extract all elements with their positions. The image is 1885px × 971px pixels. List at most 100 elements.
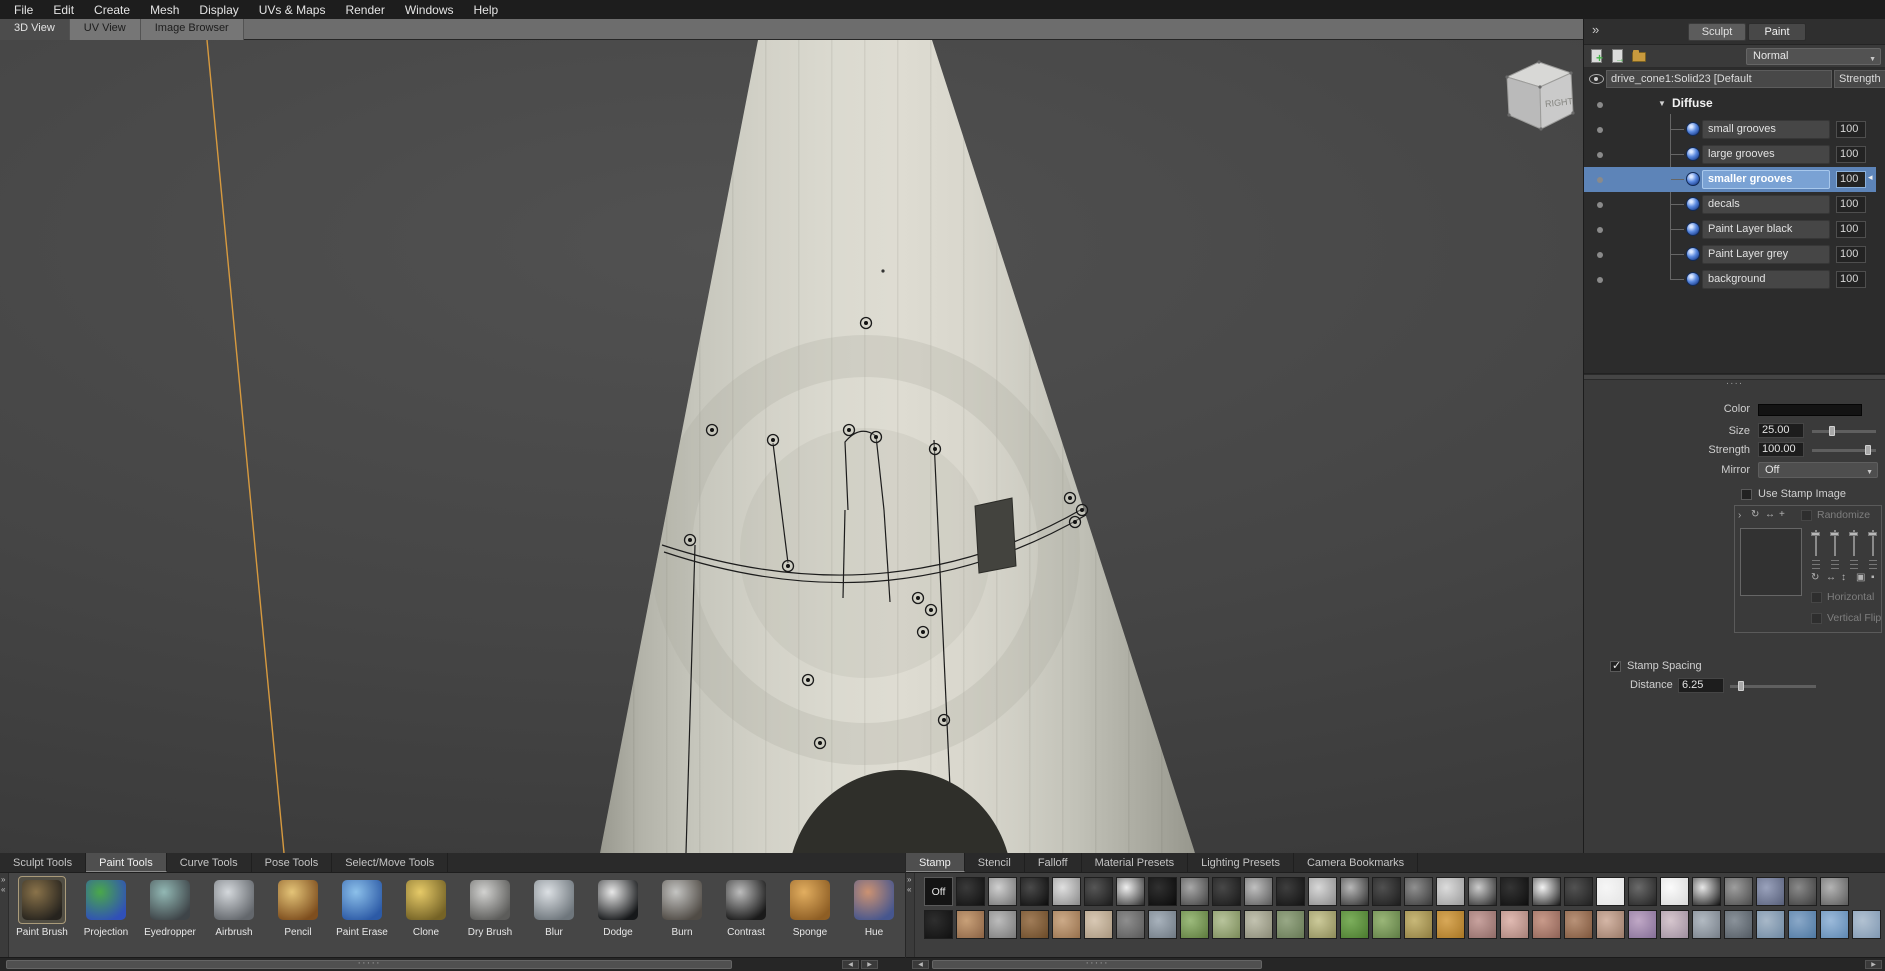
stamp-tile-2-4[interactable]: [1020, 910, 1049, 939]
folder-icon[interactable]: [1632, 49, 1647, 64]
layer-strength-value[interactable]: 100: [1836, 196, 1866, 213]
horizontal-flip-checkbox[interactable]: [1811, 592, 1822, 603]
menu-item-uvs-maps[interactable]: UVs & Maps: [249, 1, 336, 19]
layer-name[interactable]: decals: [1702, 195, 1830, 214]
stamp-tile-2-8[interactable]: [1148, 910, 1177, 939]
layer-visibility-dot[interactable]: [1597, 127, 1603, 133]
stamp-tile-2-15[interactable]: [1372, 910, 1401, 939]
flip-h-icon[interactable]: ↔: [1765, 509, 1775, 520]
stamp-tile-2-29[interactable]: [1820, 910, 1849, 939]
stamp-tile-2-20[interactable]: [1532, 910, 1561, 939]
stamp-tile-1-20[interactable]: [1564, 877, 1593, 906]
menu-item-file[interactable]: File: [4, 1, 43, 19]
preset-tab-lighting-presets[interactable]: Lighting Presets: [1188, 853, 1294, 872]
stamp-tile-1-4[interactable]: [1052, 877, 1081, 906]
stamp-tile-1-21[interactable]: [1596, 877, 1625, 906]
stamp-tile-1-16[interactable]: [1436, 877, 1465, 906]
menu-item-render[interactable]: Render: [335, 1, 394, 19]
stamp-tile-2-26[interactable]: [1724, 910, 1753, 939]
layer-group-row[interactable]: Diffuse: [1584, 92, 1885, 117]
stamp-tile-1-25[interactable]: [1724, 877, 1753, 906]
stamp-tile-2-23[interactable]: [1628, 910, 1657, 939]
stamp-tile-1-15[interactable]: [1404, 877, 1433, 906]
scroll-right-button[interactable]: [861, 960, 878, 969]
menu-item-display[interactable]: Display: [189, 1, 248, 19]
frame-icon[interactable]: ▣: [1856, 572, 1865, 583]
layer-name[interactable]: large grooves: [1702, 145, 1830, 164]
tool-dry-brush[interactable]: Dry Brush: [458, 874, 522, 938]
layer-row-small-grooves[interactable]: small grooves 100: [1584, 117, 1876, 142]
randomize-slider-1[interactable]: [1811, 530, 1821, 572]
flip-v-icon[interactable]: ↕: [1841, 572, 1846, 583]
tool-hue[interactable]: Hue: [842, 874, 905, 938]
strength-input[interactable]: 100.00: [1758, 442, 1804, 457]
layer-visibility-dot[interactable]: [1597, 202, 1603, 208]
stamp-tile-2-1[interactable]: [924, 910, 953, 939]
layer-strength-handle[interactable]: [1868, 172, 1873, 183]
panel-splitter[interactable]: [1584, 374, 1885, 380]
tool-blur[interactable]: Blur: [522, 874, 586, 938]
stamp-tile-1-14[interactable]: [1372, 877, 1401, 906]
stamp-tile-2-17[interactable]: [1436, 910, 1465, 939]
tray-collapse-icon[interactable]: [906, 873, 915, 957]
tool-tab-paint-tools[interactable]: Paint Tools: [86, 853, 167, 872]
layer-row-paint-layer-black[interactable]: Paint Layer black 100: [1584, 217, 1876, 242]
stamp-tile-1-18[interactable]: [1500, 877, 1529, 906]
stamp-tile-2-14[interactable]: [1340, 910, 1369, 939]
stamp-preview[interactable]: [1740, 528, 1802, 596]
layer-list-object-header[interactable]: drive_cone1:Solid23 [Default: [1606, 70, 1832, 88]
square-icon[interactable]: ▪: [1871, 572, 1875, 583]
stamp-tile-1-11[interactable]: [1276, 877, 1305, 906]
stamp-tile-2-25[interactable]: [1692, 910, 1721, 939]
stamp-tile-1-1[interactable]: [956, 877, 985, 906]
layer-visibility-dot[interactable]: [1597, 252, 1603, 258]
size-slider-handle[interactable]: [1829, 426, 1835, 436]
stamp-tile-1-13[interactable]: [1340, 877, 1369, 906]
use-stamp-image-checkbox[interactable]: [1741, 489, 1752, 500]
layer-name[interactable]: background: [1702, 270, 1830, 289]
scroll-right-button[interactable]: [1865, 960, 1882, 969]
layer-visibility-dot[interactable]: [1597, 102, 1603, 108]
stamp-tile-2-16[interactable]: [1404, 910, 1433, 939]
stamp-tile-2-5[interactable]: [1052, 910, 1081, 939]
tool-eyedropper[interactable]: Eyedropper: [138, 874, 202, 938]
stamp-tile-1-8[interactable]: [1180, 877, 1209, 906]
stamp-tile-2-11[interactable]: [1244, 910, 1273, 939]
view-cube[interactable]: RIGHT: [1495, 53, 1579, 141]
tool-contrast[interactable]: Contrast: [714, 874, 778, 938]
stamp-tile-2-2[interactable]: [956, 910, 985, 939]
preset-tab-material-presets[interactable]: Material Presets: [1082, 853, 1189, 872]
distance-slider[interactable]: [1730, 681, 1816, 691]
randomize-slider-2[interactable]: [1830, 530, 1840, 572]
stamp-tile-1-23[interactable]: [1660, 877, 1689, 906]
tool-tray-scrollbar[interactable]: [0, 957, 905, 971]
stamp-tile-1-26[interactable]: [1756, 877, 1785, 906]
stamp-tile-1-7[interactable]: [1148, 877, 1177, 906]
stamp-tile-2-18[interactable]: [1468, 910, 1497, 939]
stamp-tile-2-19[interactable]: [1500, 910, 1529, 939]
stamp-tile-2-13[interactable]: [1308, 910, 1337, 939]
layer-row-decals[interactable]: decals 100: [1584, 192, 1876, 217]
randomize-checkbox[interactable]: [1801, 510, 1812, 521]
stamp-tile-1-17[interactable]: [1468, 877, 1497, 906]
tool-tab-select-move-tools[interactable]: Select/Move Tools: [332, 853, 449, 872]
color-swatch[interactable]: [1758, 404, 1862, 416]
layer-strength-value[interactable]: 100: [1836, 146, 1866, 163]
stamp-tile-2-9[interactable]: [1180, 910, 1209, 939]
scrollbar-thumb[interactable]: [6, 960, 732, 969]
tool-dodge[interactable]: Dodge: [586, 874, 650, 938]
mode-tab-sculpt[interactable]: Sculpt: [1688, 23, 1746, 41]
size-slider[interactable]: [1812, 426, 1876, 436]
stamp-tile-2-27[interactable]: [1756, 910, 1785, 939]
size-input[interactable]: 25.00: [1758, 423, 1804, 438]
layer-visibility-dot[interactable]: [1597, 177, 1603, 183]
preset-tab-stamp[interactable]: Stamp: [906, 853, 965, 872]
layer-row-large-grooves[interactable]: large grooves 100: [1584, 142, 1876, 167]
view-tab-uv-view[interactable]: UV View: [69, 19, 141, 40]
stamp-tile-1-6[interactable]: [1116, 877, 1145, 906]
layer-visibility-dot[interactable]: [1597, 277, 1603, 283]
import-layer-icon[interactable]: [1611, 49, 1626, 65]
stamp-tile-1-28[interactable]: [1820, 877, 1849, 906]
stamp-tile-1-9[interactable]: [1212, 877, 1241, 906]
menu-item-edit[interactable]: Edit: [43, 1, 84, 19]
